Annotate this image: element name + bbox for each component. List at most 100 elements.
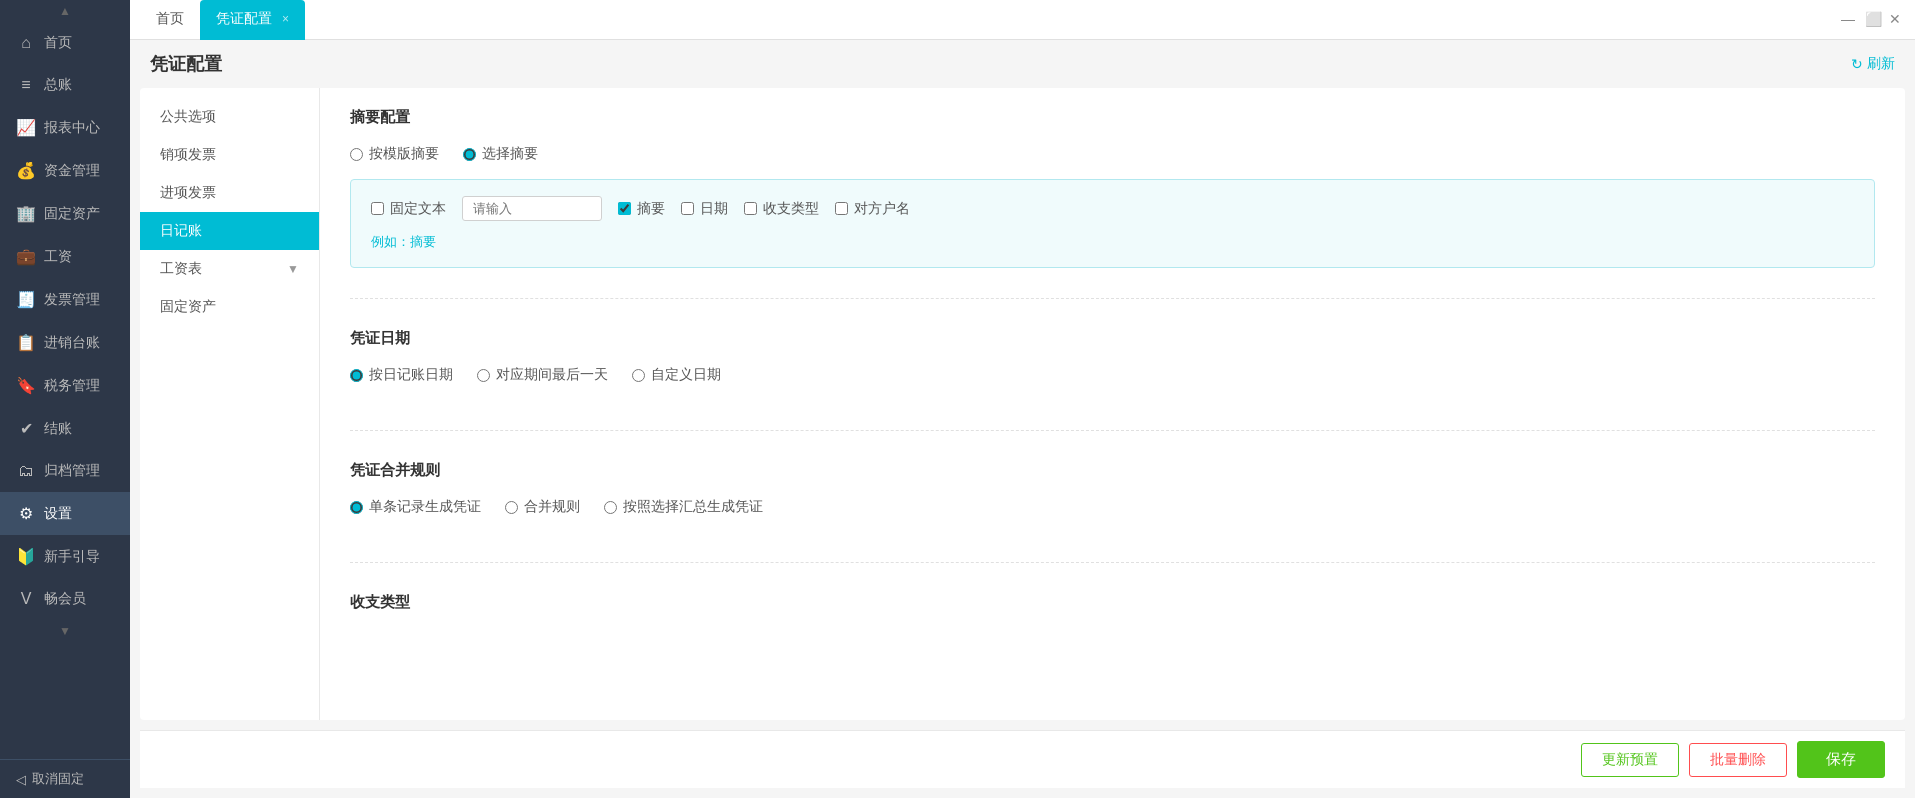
fixed-text-checkbox[interactable] bbox=[371, 202, 384, 215]
home-icon: ⌂ bbox=[16, 34, 36, 52]
sidebar-item-tax[interactable]: 🔖 税务管理 bbox=[0, 364, 130, 407]
left-nav-fixed-assets[interactable]: 固定资产 bbox=[140, 288, 319, 326]
sidebar-scroll-down[interactable]: ▼ bbox=[0, 620, 130, 642]
merge-option2-radio[interactable] bbox=[505, 501, 518, 514]
page-title: 凭证配置 bbox=[150, 52, 222, 76]
pin-icon: ◁ bbox=[16, 772, 26, 787]
tab-home[interactable]: 首页 bbox=[140, 0, 200, 40]
date-option1-label[interactable]: 按日记账日期 bbox=[350, 366, 453, 384]
sidebar-item-archive[interactable]: 🗂 归档管理 bbox=[0, 450, 130, 492]
batch-delete-button[interactable]: 批量删除 bbox=[1689, 743, 1787, 777]
left-nav-payroll[interactable]: 工资表 ▼ bbox=[140, 250, 319, 288]
date-option1-radio[interactable] bbox=[350, 369, 363, 382]
sidebar-item-funds[interactable]: 💰 资金管理 bbox=[0, 149, 130, 192]
left-nav-public[interactable]: 公共选项 bbox=[140, 98, 319, 136]
date-checkbox-label[interactable]: 日期 bbox=[681, 200, 728, 218]
content-area: 公共选项 销项发票 进项发票 日记账 工资表 ▼ 固定资产 摘要配置 bbox=[140, 88, 1905, 720]
archive-icon: 🗂 bbox=[16, 462, 36, 480]
sidebar-item-label: 资金管理 bbox=[44, 162, 100, 180]
sidebar-item-label: 报表中心 bbox=[44, 119, 100, 137]
sidebar-item-label: 总账 bbox=[44, 76, 72, 94]
income-type-checkbox[interactable] bbox=[744, 202, 757, 215]
funds-icon: 💰 bbox=[16, 161, 36, 180]
date-option3-radio[interactable] bbox=[632, 369, 645, 382]
left-nav: 公共选项 销项发票 进项发票 日记账 工资表 ▼ 固定资产 bbox=[140, 88, 320, 720]
refresh-button[interactable]: ↻ 刷新 bbox=[1851, 55, 1895, 73]
date-option2-text: 对应期间最后一天 bbox=[496, 366, 608, 384]
merge-option1-label[interactable]: 单条记录生成凭证 bbox=[350, 498, 481, 516]
minimize-icon[interactable]: — bbox=[1841, 12, 1857, 28]
save-button[interactable]: 保存 bbox=[1797, 741, 1885, 778]
ledger-icon: ≡ bbox=[16, 76, 36, 94]
merge-option2-text: 合并规则 bbox=[524, 498, 580, 516]
summary-box: 固定文本 摘要 日期 收支类型 bbox=[350, 179, 1875, 268]
merge-option1-radio[interactable] bbox=[350, 501, 363, 514]
sidebar-item-label: 进销台账 bbox=[44, 334, 100, 352]
date-checkbox[interactable] bbox=[681, 202, 694, 215]
merge-option3-label[interactable]: 按照选择汇总生成凭证 bbox=[604, 498, 763, 516]
sidebar-item-settings[interactable]: ⚙ 设置 bbox=[0, 492, 130, 535]
counterparty-checkbox-label[interactable]: 对方户名 bbox=[835, 200, 910, 218]
date-option2-label[interactable]: 对应期间最后一天 bbox=[477, 366, 608, 384]
sidebar-item-ledger[interactable]: ≡ 总账 bbox=[0, 64, 130, 106]
sidebar-item-guide[interactable]: 🔰 新手引导 bbox=[0, 535, 130, 578]
merge-option3-radio[interactable] bbox=[604, 501, 617, 514]
unpin-button[interactable]: ◁ 取消固定 bbox=[0, 759, 130, 798]
tab-close-icon[interactable]: × bbox=[282, 12, 289, 26]
sidebar-item-vip[interactable]: V 畅会员 bbox=[0, 578, 130, 620]
counterparty-checkbox[interactable] bbox=[835, 202, 848, 215]
summary-config-section: 摘要配置 按模版摘要 选择摘要 固定文本 bbox=[350, 108, 1875, 299]
sidebar-scroll-up[interactable]: ▲ bbox=[0, 0, 130, 22]
guide-icon: 🔰 bbox=[16, 547, 36, 566]
left-nav-public-label: 公共选项 bbox=[160, 108, 216, 126]
left-nav-payroll-label: 工资表 bbox=[160, 260, 202, 278]
summary-checkbox[interactable] bbox=[618, 202, 631, 215]
reports-icon: 📈 bbox=[16, 118, 36, 137]
sidebar-item-salary[interactable]: 💼 工资 bbox=[0, 235, 130, 278]
date-option3-text: 自定义日期 bbox=[651, 366, 721, 384]
refresh-icon: ↻ bbox=[1851, 56, 1863, 72]
summary-option1-radio[interactable] bbox=[350, 148, 363, 161]
sidebar: ▲ ⌂ 首页 ≡ 总账 📈 报表中心 💰 资金管理 🏢 固定资产 💼 工资 🧾 … bbox=[0, 0, 130, 798]
sidebar-item-label: 畅会员 bbox=[44, 590, 86, 608]
vip-icon: V bbox=[16, 590, 36, 608]
merge-rules-options: 单条记录生成凭证 合并规则 按照选择汇总生成凭证 bbox=[350, 498, 1875, 516]
settings-icon: ⚙ bbox=[16, 504, 36, 523]
summary-option2-radio[interactable] bbox=[463, 148, 476, 161]
sidebar-item-checkout[interactable]: ✔ 结账 bbox=[0, 407, 130, 450]
tab-home-label: 首页 bbox=[156, 10, 184, 28]
sidebar-item-assets[interactable]: 🏢 固定资产 bbox=[0, 192, 130, 235]
summary-text-input[interactable] bbox=[462, 196, 602, 221]
merge-option2-label[interactable]: 合并规则 bbox=[505, 498, 580, 516]
unpin-label: 取消固定 bbox=[32, 770, 84, 788]
update-preview-button[interactable]: 更新预置 bbox=[1581, 743, 1679, 777]
summary-option2-text: 选择摘要 bbox=[482, 145, 538, 163]
left-nav-purchase-invoice[interactable]: 进项发票 bbox=[140, 174, 319, 212]
summary-option2-label[interactable]: 选择摘要 bbox=[463, 145, 538, 163]
sidebar-item-reports[interactable]: 📈 报表中心 bbox=[0, 106, 130, 149]
sidebar-item-invoice[interactable]: 🧾 发票管理 bbox=[0, 278, 130, 321]
date-option3-label[interactable]: 自定义日期 bbox=[632, 366, 721, 384]
sidebar-item-home[interactable]: ⌂ 首页 bbox=[0, 22, 130, 64]
date-option2-radio[interactable] bbox=[477, 369, 490, 382]
right-content: 摘要配置 按模版摘要 选择摘要 固定文本 bbox=[320, 88, 1905, 720]
sidebar-item-label: 设置 bbox=[44, 505, 72, 523]
restore-icon[interactable]: ⬜ bbox=[1865, 12, 1881, 28]
summary-config-title: 摘要配置 bbox=[350, 108, 1875, 127]
tab-voucher-config[interactable]: 凭证配置 × bbox=[200, 0, 305, 40]
window-controls: — ⬜ ✕ bbox=[1841, 12, 1905, 28]
income-type-checkbox-label[interactable]: 收支类型 bbox=[744, 200, 819, 218]
left-nav-purchase-invoice-label: 进项发票 bbox=[160, 184, 216, 202]
expand-icon: ▼ bbox=[287, 262, 299, 276]
example-value: 摘要 bbox=[410, 234, 436, 249]
summary-checkbox-label[interactable]: 摘要 bbox=[618, 200, 665, 218]
sidebar-item-trade[interactable]: 📋 进销台账 bbox=[0, 321, 130, 364]
fixed-text-checkbox-label[interactable]: 固定文本 bbox=[371, 200, 446, 218]
close-icon[interactable]: ✕ bbox=[1889, 12, 1905, 28]
left-nav-journal[interactable]: 日记账 bbox=[140, 212, 319, 250]
summary-option1-label[interactable]: 按模版摘要 bbox=[350, 145, 439, 163]
left-nav-fixed-assets-label: 固定资产 bbox=[160, 298, 216, 316]
summary-example: 例如：摘要 bbox=[371, 233, 1854, 251]
left-nav-sales-invoice[interactable]: 销项发票 bbox=[140, 136, 319, 174]
merge-option1-text: 单条记录生成凭证 bbox=[369, 498, 481, 516]
